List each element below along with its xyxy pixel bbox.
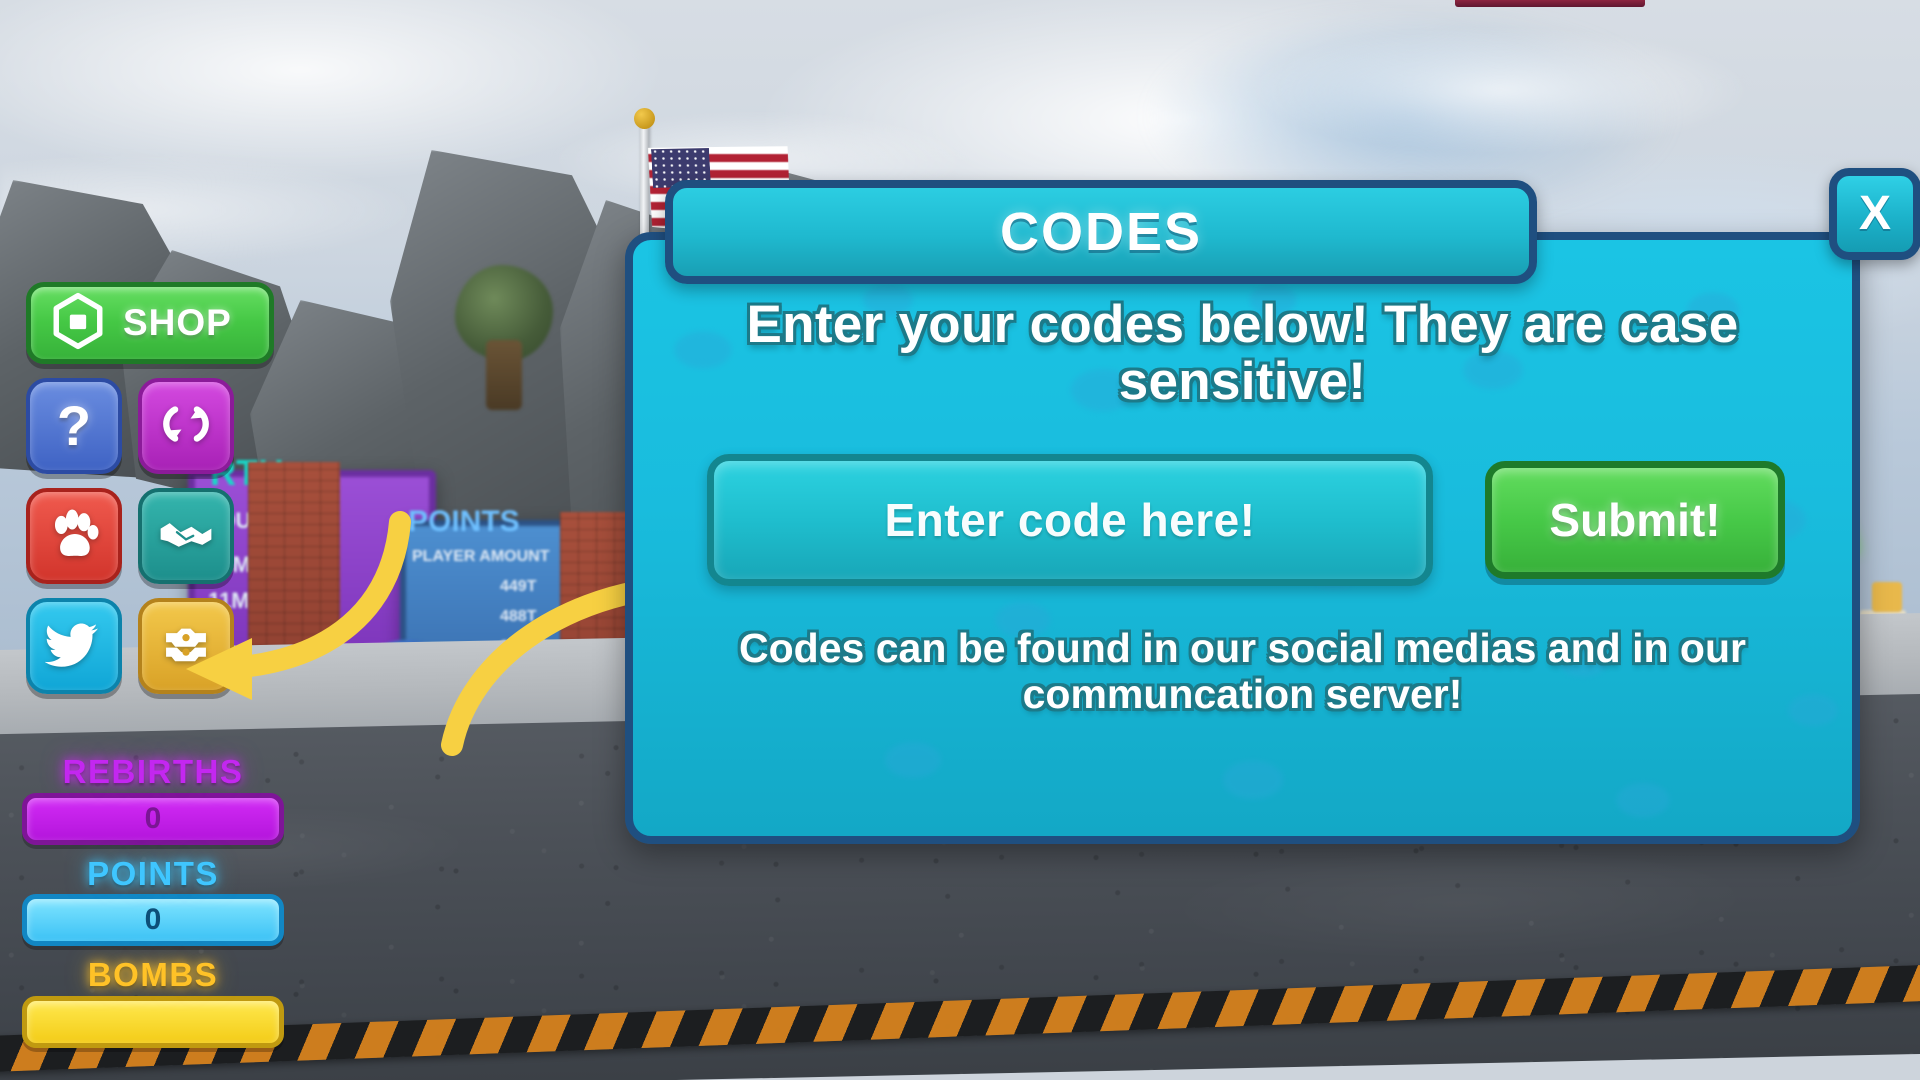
codes-modal-content: Enter your codes below! They are case se…: [633, 240, 1852, 836]
top-red-bar: [1455, 0, 1645, 7]
shop-button-label: SHOP: [123, 302, 232, 343]
code-input[interactable]: Enter code here!: [707, 454, 1433, 587]
stat-label-points: POINTS: [87, 854, 219, 892]
tree: [486, 340, 522, 410]
codes-modal-body: Enter your codes below! They are case se…: [625, 232, 1860, 844]
hud-stats-panel: REBIRTHS 0 POINTS 0 BOMBS: [22, 755, 284, 1060]
codes-modal-title-bar: CODES: [665, 180, 1537, 284]
codes-gear-icon: [157, 615, 215, 678]
stat-value-points: 0: [22, 894, 284, 947]
submit-button[interactable]: Submit!: [1485, 461, 1785, 580]
page-title: CODES: [999, 202, 1203, 262]
pets-button[interactable]: [26, 488, 122, 584]
codes-form-row: Enter code here! Submit!: [693, 454, 1792, 587]
hud-left-panel: SHOP ?: [26, 282, 274, 694]
twitter-button[interactable]: [26, 598, 122, 694]
robux-hexagon-icon: [49, 292, 107, 355]
paw-print-icon: [45, 505, 103, 568]
leaderboard-blue-header: PLAYER AMOUNT: [412, 548, 550, 565]
flag-pole-finial: [634, 108, 655, 129]
rebirth-button[interactable]: [138, 378, 234, 474]
codes-headline: Enter your codes below! They are case se…: [746, 295, 1739, 412]
stat-label-rebirths: REBIRTHS: [62, 753, 244, 790]
hud-icon-grid: ?: [26, 378, 274, 694]
leaderboard-blue-value: 449T: [500, 578, 537, 595]
rebirth-arrows-icon: [157, 395, 215, 458]
trade-button[interactable]: [138, 488, 234, 584]
question-mark-icon: ?: [56, 394, 92, 457]
shop-button[interactable]: SHOP: [26, 282, 274, 364]
codes-footnote: Codes can be found in our social medias …: [739, 625, 1746, 717]
help-button[interactable]: ?: [26, 378, 122, 474]
submit-button-label: Submit!: [1549, 494, 1721, 547]
leaderboard-blue-title: POINTS: [408, 505, 520, 538]
handshake-icon: [157, 505, 215, 568]
code-input-placeholder: Enter code here!: [884, 494, 1256, 547]
twitter-bird-icon: [44, 615, 103, 678]
codes-button[interactable]: [138, 598, 234, 694]
stat-value-bombs: [22, 995, 284, 1048]
close-button[interactable]: X: [1829, 168, 1920, 260]
npc-head: [1872, 582, 1902, 612]
stat-label-bombs: BOMBS: [87, 956, 219, 994]
stat-value-rebirths: 0: [22, 792, 284, 845]
codes-modal: Enter your codes below! They are case se…: [625, 168, 1920, 844]
leaderboard-blue-value: 488T: [500, 608, 537, 625]
close-icon: X: [1858, 187, 1891, 240]
